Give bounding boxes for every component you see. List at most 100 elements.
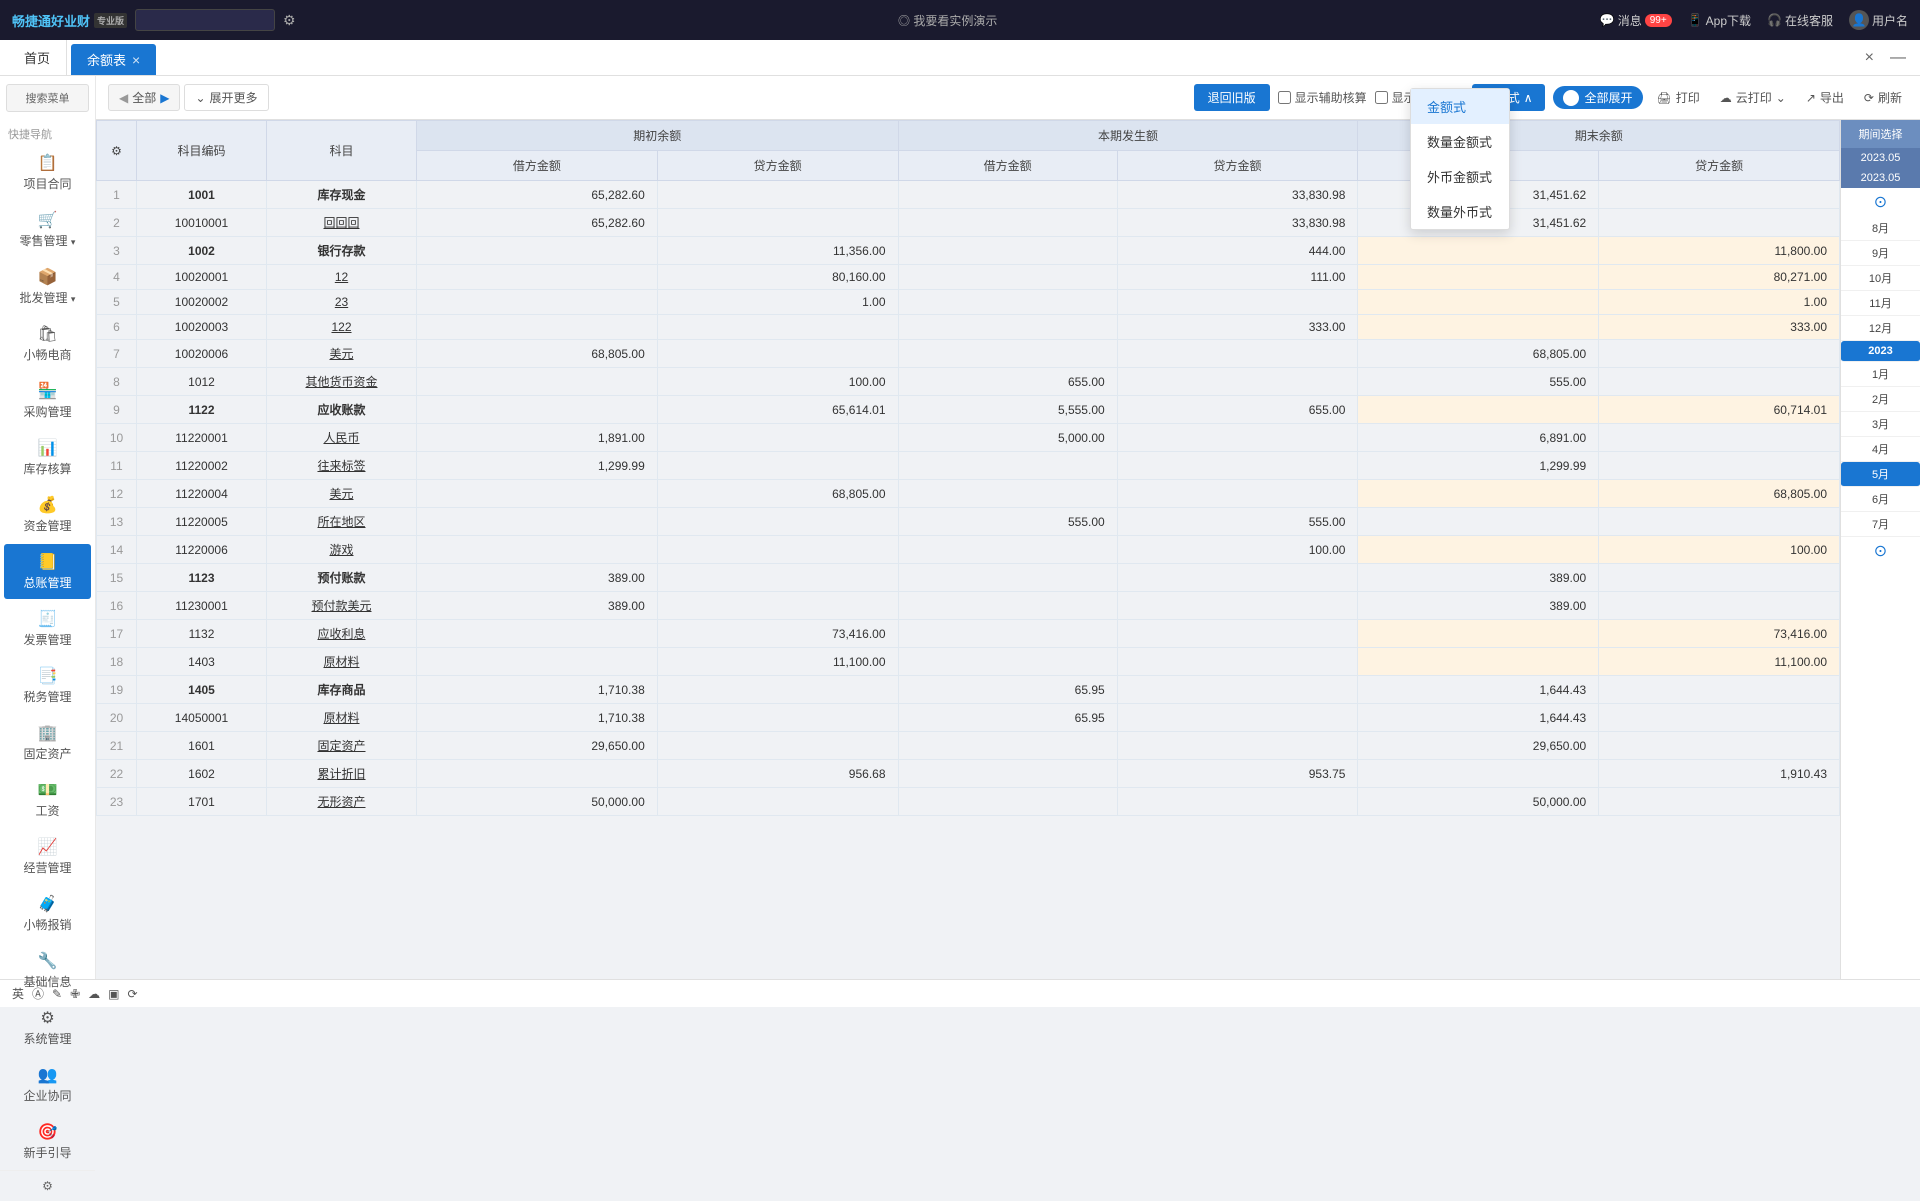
check-year-input[interactable] <box>1375 91 1388 104</box>
cloud-print-button[interactable]: ☁ 云打印 ⌄ <box>1714 85 1792 110</box>
month-1[interactable]: 1月 <box>1841 362 1920 387</box>
cell-subject[interactable]: 库存现金 <box>267 181 417 209</box>
period-year-prev[interactable]: 2023.05 <box>1841 148 1920 168</box>
sidebar-item-invoice[interactable]: 🧾 发票管理 <box>4 601 91 656</box>
minimize-button[interactable]: — <box>1884 47 1912 69</box>
month-3[interactable]: 3月 <box>1841 412 1920 437</box>
year-2023[interactable]: 2023 <box>1841 341 1920 362</box>
tab-home[interactable]: 首页 <box>8 40 67 75</box>
check-aux-label[interactable]: 显示辅助核算 <box>1278 89 1367 106</box>
bottom-cloud-icon[interactable]: ☁ <box>88 987 100 1001</box>
online-service-item[interactable]: 🎧 在线客服 <box>1767 12 1833 29</box>
table-row[interactable]: 17 1132 应收利息 73,416.00 73,416.00 <box>97 620 1840 648</box>
refresh-button[interactable]: ⟳ 刷新 <box>1858 85 1908 110</box>
bottom-english-btn[interactable]: 英 <box>12 985 24 1002</box>
table-row[interactable]: 8 1012 其他货币资金 100.00 655.00 555.00 <box>97 368 1840 396</box>
month-7[interactable]: 7月 <box>1841 512 1920 537</box>
cell-subject[interactable]: 12 <box>267 265 417 290</box>
scroll-up-arrow[interactable]: ⊙ <box>1841 188 1920 216</box>
table-row[interactable]: 1 1001 库存现金 65,282.60 33,830.98 31,451.6… <box>97 181 1840 209</box>
sidebar-item-project[interactable]: 📋 项目合同 <box>4 145 91 200</box>
table-settings-icon[interactable]: ⚙ <box>111 144 122 158</box>
table-row[interactable]: 16 11230001 预付款美元 389.00 389.00 <box>97 592 1840 620</box>
print-button[interactable]: 🖨 打印 <box>1651 85 1706 110</box>
table-row[interactable]: 22 1602 累计折旧 956.68 953.75 1,910.43 <box>97 760 1840 788</box>
cell-subject[interactable]: 应收利息 <box>267 620 417 648</box>
sidebar-item-expense[interactable]: 🧳 小畅报销 <box>4 886 91 941</box>
table-row[interactable]: 20 14050001 原材料 1,710.38 65.95 1,644.43 <box>97 704 1840 732</box>
dropdown-item-amount[interactable]: 金额式 <box>1411 89 1509 124</box>
cell-subject[interactable]: 无形资产 <box>267 788 417 816</box>
app-download-item[interactable]: 📱 App下载 <box>1688 12 1751 29</box>
dropdown-item-foreign-amount[interactable]: 外币金额式 <box>1411 159 1509 194</box>
table-row[interactable]: 18 1403 原材料 11,100.00 11,100.00 <box>97 648 1840 676</box>
scroll-down-arrow[interactable]: ⊙ <box>1841 537 1920 565</box>
sidebar-item-ecommerce[interactable]: 🛍 小畅电商 <box>4 316 91 371</box>
user-item[interactable]: 👤 用户名 <box>1849 10 1908 30</box>
tab-balance-sheet[interactable]: 余额表 × <box>71 44 156 75</box>
month-6[interactable]: 6月 <box>1841 487 1920 512</box>
sidebar-item-wholesale[interactable]: 📦 批发管理 ▾ <box>4 259 91 314</box>
cell-subject[interactable]: 固定资产 <box>267 732 417 760</box>
sidebar-item-retail[interactable]: 🛒 零售管理 ▾ <box>4 202 91 257</box>
cell-subject[interactable]: 预付账款 <box>267 564 417 592</box>
month-10[interactable]: 10月 <box>1841 266 1920 291</box>
cell-subject[interactable]: 其他货币资金 <box>267 368 417 396</box>
table-row[interactable]: 3 1002 银行存款 11,356.00 444.00 11,800.00 <box>97 237 1840 265</box>
close-window-button[interactable]: × <box>1859 47 1880 69</box>
table-row[interactable]: 11 11220002 往来标签 1,299.99 1,299.99 <box>97 452 1840 480</box>
filter-all-button[interactable]: ◀ 全部 ▶ <box>108 84 180 111</box>
month-4[interactable]: 4月 <box>1841 437 1920 462</box>
table-row[interactable]: 6 10020003 122 333.00 333.00 <box>97 315 1840 340</box>
sidebar-item-assets[interactable]: 🏢 固定资产 <box>4 715 91 770</box>
table-row[interactable]: 4 10020001 12 80,160.00 111.00 80,271.00 <box>97 265 1840 290</box>
period-year-curr[interactable]: 2023.05 <box>1841 168 1920 188</box>
bottom-edit-icon[interactable]: ✎ <box>52 987 62 1001</box>
table-row[interactable]: 2 10010001 回回回 65,282.60 33,830.98 31,45… <box>97 209 1840 237</box>
cell-subject[interactable]: 原材料 <box>267 648 417 676</box>
sidebar-item-tax[interactable]: 📑 税务管理 <box>4 658 91 713</box>
month-8[interactable]: 8月 <box>1841 216 1920 241</box>
bottom-grid-icon[interactable]: ▣ <box>108 987 119 1001</box>
table-row[interactable]: 5 10020002 23 1.00 1.00 <box>97 290 1840 315</box>
cell-subject[interactable]: 美元 <box>267 480 417 508</box>
month-5[interactable]: 5月 <box>1841 462 1920 487</box>
return-old-version-button[interactable]: 退回旧版 <box>1194 84 1270 111</box>
gear-icon[interactable]: ⚙ <box>283 12 296 29</box>
cell-subject[interactable]: 预付款美元 <box>267 592 417 620</box>
search-menu-button[interactable]: 搜索菜单 <box>6 84 89 112</box>
sidebar-item-finance[interactable]: 💰 资金管理 <box>4 487 91 542</box>
table-row[interactable]: 19 1405 库存商品 1,710.38 65.95 1,644.43 <box>97 676 1840 704</box>
expand-more-button[interactable]: ⌄ 展开更多 <box>184 84 268 111</box>
sidebar-item-guide[interactable]: 🎯 新手引导 <box>4 1114 91 1169</box>
expand-all-toggle[interactable]: 全部展开 <box>1553 86 1643 109</box>
sidebar-settings[interactable]: ⚙ <box>0 1170 95 1201</box>
bottom-refresh-icon[interactable]: ⟳ <box>128 987 138 1001</box>
table-row[interactable]: 9 1122 应收账款 65,614.01 5,555.00 655.00 60… <box>97 396 1840 424</box>
th-settings[interactable]: ⚙ <box>97 121 137 181</box>
cell-subject[interactable]: 122 <box>267 315 417 340</box>
sidebar-item-salary[interactable]: 💵 工资 <box>4 772 91 827</box>
table-row[interactable]: 21 1601 固定资产 29,650.00 29,650.00 <box>97 732 1840 760</box>
search-input[interactable] <box>135 9 275 31</box>
cell-subject[interactable]: 累计折旧 <box>267 760 417 788</box>
sidebar-item-inventory[interactable]: 📊 库存核算 <box>4 430 91 485</box>
cell-subject[interactable]: 人民币 <box>267 424 417 452</box>
table-row[interactable]: 13 11220005 所在地区 555.00 555.00 <box>97 508 1840 536</box>
sidebar-item-management[interactable]: 📈 经营管理 <box>4 829 91 884</box>
month-12[interactable]: 12月 <box>1841 316 1920 341</box>
cell-subject[interactable]: 往来标签 <box>267 452 417 480</box>
sidebar-item-collab[interactable]: 👥 企业协同 <box>4 1057 91 1112</box>
cell-subject[interactable]: 库存商品 <box>267 676 417 704</box>
bottom-a-btn[interactable]: Ⓐ <box>32 985 44 1002</box>
table-row[interactable]: 7 10020006 美元 68,805.00 68,805.00 <box>97 340 1840 368</box>
cell-subject[interactable]: 应收账款 <box>267 396 417 424</box>
table-row[interactable]: 15 1123 预付账款 389.00 389.00 <box>97 564 1840 592</box>
dropdown-item-qty-foreign[interactable]: 数量外币式 <box>1411 194 1509 229</box>
month-11[interactable]: 11月 <box>1841 291 1920 316</box>
close-tab-icon[interactable]: × <box>132 52 140 68</box>
sidebar-item-ledger[interactable]: 📒 总账管理 <box>4 544 91 599</box>
table-row[interactable]: 23 1701 无形资产 50,000.00 50,000.00 <box>97 788 1840 816</box>
demo-link[interactable]: ◎ 我要看实例演示 <box>898 12 997 29</box>
check-aux-input[interactable] <box>1278 91 1291 104</box>
